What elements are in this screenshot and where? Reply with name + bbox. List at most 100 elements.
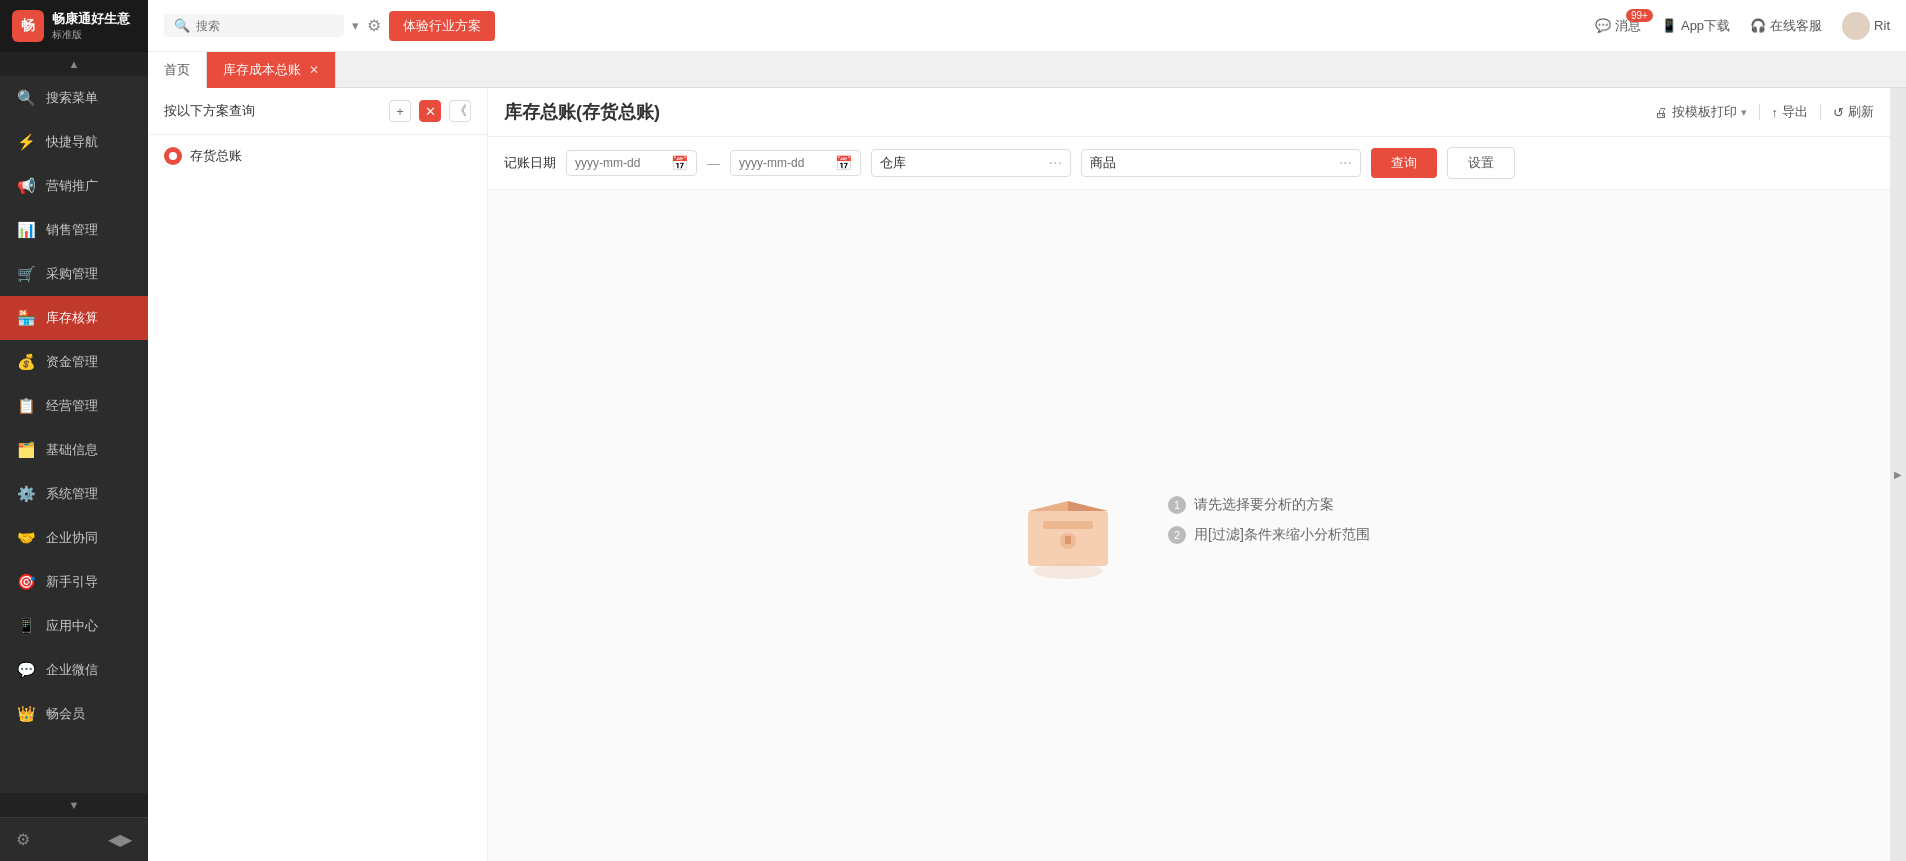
product-label: 商品 [1090,154,1116,172]
refresh-btn[interactable]: ↺ 刷新 [1833,103,1874,121]
refresh-icon: ↺ [1833,105,1844,120]
inventory-icon: 🏪 [16,308,36,328]
content-header-actions: 🖨 按模板打印 ▾ ↑ 导出 ↺ 刷新 [1655,103,1875,121]
sidebar-item-marketing[interactable]: 📢营销推广 [0,164,148,208]
user-avatar[interactable]: Rit [1842,12,1890,40]
online-service-btn[interactable]: 🎧 在线客服 [1750,17,1822,35]
sidebar-item-sales[interactable]: 📊销售管理 [0,208,148,252]
guide-icon: 🎯 [16,572,36,592]
sidebar-item-label: 企业微信 [46,661,98,679]
online-service-label: 在线客服 [1770,17,1822,35]
calendar-end-icon[interactable]: 📅 [835,155,852,171]
main-content: 🔍 ▾ ⚙ 体验行业方案 💬 消息 99+ 📱 App下载 🎧 在线客服 Rit [148,0,1906,861]
export-btn[interactable]: ↑ 导出 [1772,103,1809,121]
export-icon: ↑ [1772,105,1779,120]
sidebar-item-member[interactable]: 👑畅会员 [0,692,148,736]
filter-item-label: 存货总账 [190,147,242,165]
empty-text: 1 请先选择要分析的方案 2 用[过滤]条件来缩小分析范围 [1168,496,1370,556]
topbar-search-wrap: 🔍 [164,14,344,37]
settings-icon[interactable]: ⚙ [16,830,30,849]
filter-collapse-btn[interactable]: 《 [449,100,471,122]
query-btn[interactable]: 查询 [1371,148,1437,178]
empty-state: 1 请先选择要分析的方案 2 用[过滤]条件来缩小分析范围 [488,190,1890,861]
sales-icon: 📊 [16,220,36,240]
sidebar-item-operation[interactable]: 📋 经营管理 [0,384,148,428]
filter-header: 按以下方案查询 + ✕ 《 [148,88,487,135]
sidebar-item-label: 系统管理 [46,485,98,503]
sidebar-item-quick-nav[interactable]: ⚡ 快捷导航 [0,120,148,164]
calendar-start-icon[interactable]: 📅 [671,155,688,171]
filter-delete-btn[interactable]: ✕ [419,100,441,122]
date-separator: — [707,156,720,171]
search-input[interactable] [196,19,296,33]
scroll-down-btn[interactable]: ▼ [0,793,148,817]
content-area: 库存总账(存货总账) 🖨 按模板打印 ▾ ↑ 导出 ↺ 刷 [488,88,1890,861]
warehouse-input-wrap[interactable]: 仓库 ··· [871,149,1071,177]
date-end-input[interactable] [739,156,829,170]
divider-1 [1759,104,1760,120]
message-btn[interactable]: 💬 消息 99+ [1595,17,1641,35]
collapse-icon[interactable]: ◀▶ [108,830,132,849]
topbar-settings-icon[interactable]: ⚙ [367,16,381,35]
logo-icon: 畅 [12,10,44,42]
product-input-wrap[interactable]: 商品 ··· [1081,149,1361,177]
sidebar-item-label: 企业协同 [46,529,98,547]
sidebar-item-label: 应用中心 [46,617,98,635]
divider-2 [1820,104,1821,120]
sidebar-item-basic-info[interactable]: 🗂️基础信息 [0,428,148,472]
search-icon: 🔍 [174,18,190,33]
empty-step-1: 1 请先选择要分析的方案 [1168,496,1370,514]
sidebar-item-system[interactable]: ⚙️系统管理 [0,472,148,516]
sidebar: 畅 畅康通好生意 标准版 ▲ 🔍搜索菜单 ⚡ 快捷导航 📢营销推广📊销售管理🛒采购管理… [0,0,148,861]
empty-illustration [1008,466,1128,586]
tab-home[interactable]: 首页 [148,52,207,88]
tabs-bar: 首页 库存成本总账 ✕ [148,52,1906,88]
filter-actions: + ✕ 《 [389,100,471,122]
step-num-2: 2 [1168,526,1186,544]
sidebar-item-inventory[interactable]: 🏪 库存核算 [0,296,148,340]
sidebar-item-guide[interactable]: 🎯 新手引导 [0,560,148,604]
sidebar-item-label: 基础信息 [46,441,98,459]
settings-btn[interactable]: 设置 [1447,147,1515,179]
sidebar-item-wechat[interactable]: 💬企业微信 [0,648,148,692]
tab-close-icon[interactable]: ✕ [309,63,319,77]
message-badge: 99+ [1626,9,1653,22]
sidebar-item-label: 快捷导航 [46,133,98,151]
avatar-img [1842,12,1870,40]
warehouse-more-icon[interactable]: ··· [1049,154,1062,172]
sidebar-item-finance[interactable]: 💰资金管理 [0,340,148,384]
sidebar-item-app-center[interactable]: 📱应用中心 [0,604,148,648]
svg-point-0 [169,152,177,160]
product-more-icon[interactable]: ··· [1339,154,1352,172]
operation-icon: 📋 [16,396,36,416]
purchase-icon: 🛒 [16,264,36,284]
sidebar-item-purchase[interactable]: 🛒采购管理 [0,252,148,296]
sidebar-item-label: 经营管理 [46,397,98,415]
sidebar-item-label: 新手引导 [46,573,98,591]
filter-add-btn[interactable]: + [389,100,411,122]
app-logo: 畅 畅康通好生意 标准版 [0,0,148,52]
sidebar-item-label: 畅会员 [46,705,85,723]
industry-btn[interactable]: 体验行业方案 [389,11,495,41]
page-title: 库存总账(存货总账) [504,100,660,124]
app-download-btn[interactable]: 📱 App下载 [1661,17,1730,35]
tab-inventory-cost[interactable]: 库存成本总账 ✕ [207,52,336,88]
topbar-dropdown-icon[interactable]: ▾ [352,18,359,33]
app-download-label: App下载 [1681,17,1730,35]
tab-home-label: 首页 [164,61,190,79]
query-bar: 记账日期 📅 — 📅 仓库 ··· 商品 ··· [488,137,1890,190]
svg-rect-3 [1043,521,1093,529]
scroll-up-btn[interactable]: ▲ [0,52,148,76]
sidebar-item-label: 库存核算 [46,309,98,327]
date-end-wrap: 📅 [730,150,861,176]
right-toggle-panel[interactable]: ▶ [1890,88,1906,861]
print-dropdown-icon[interactable]: ▾ [1741,106,1747,119]
print-btn[interactable]: 🖨 按模板打印 ▾ [1655,103,1747,121]
sidebar-item-cooperation[interactable]: 🤝 企业协同 [0,516,148,560]
cooperation-icon: 🤝 [16,528,36,548]
sidebar-item-search-menu[interactable]: 🔍搜索菜单 [0,76,148,120]
quick-nav-icon: ⚡ [16,132,36,152]
filter-item-inventory[interactable]: 存货总账 [148,135,487,177]
date-start-input[interactable] [575,156,665,170]
export-label: 导出 [1782,103,1808,121]
